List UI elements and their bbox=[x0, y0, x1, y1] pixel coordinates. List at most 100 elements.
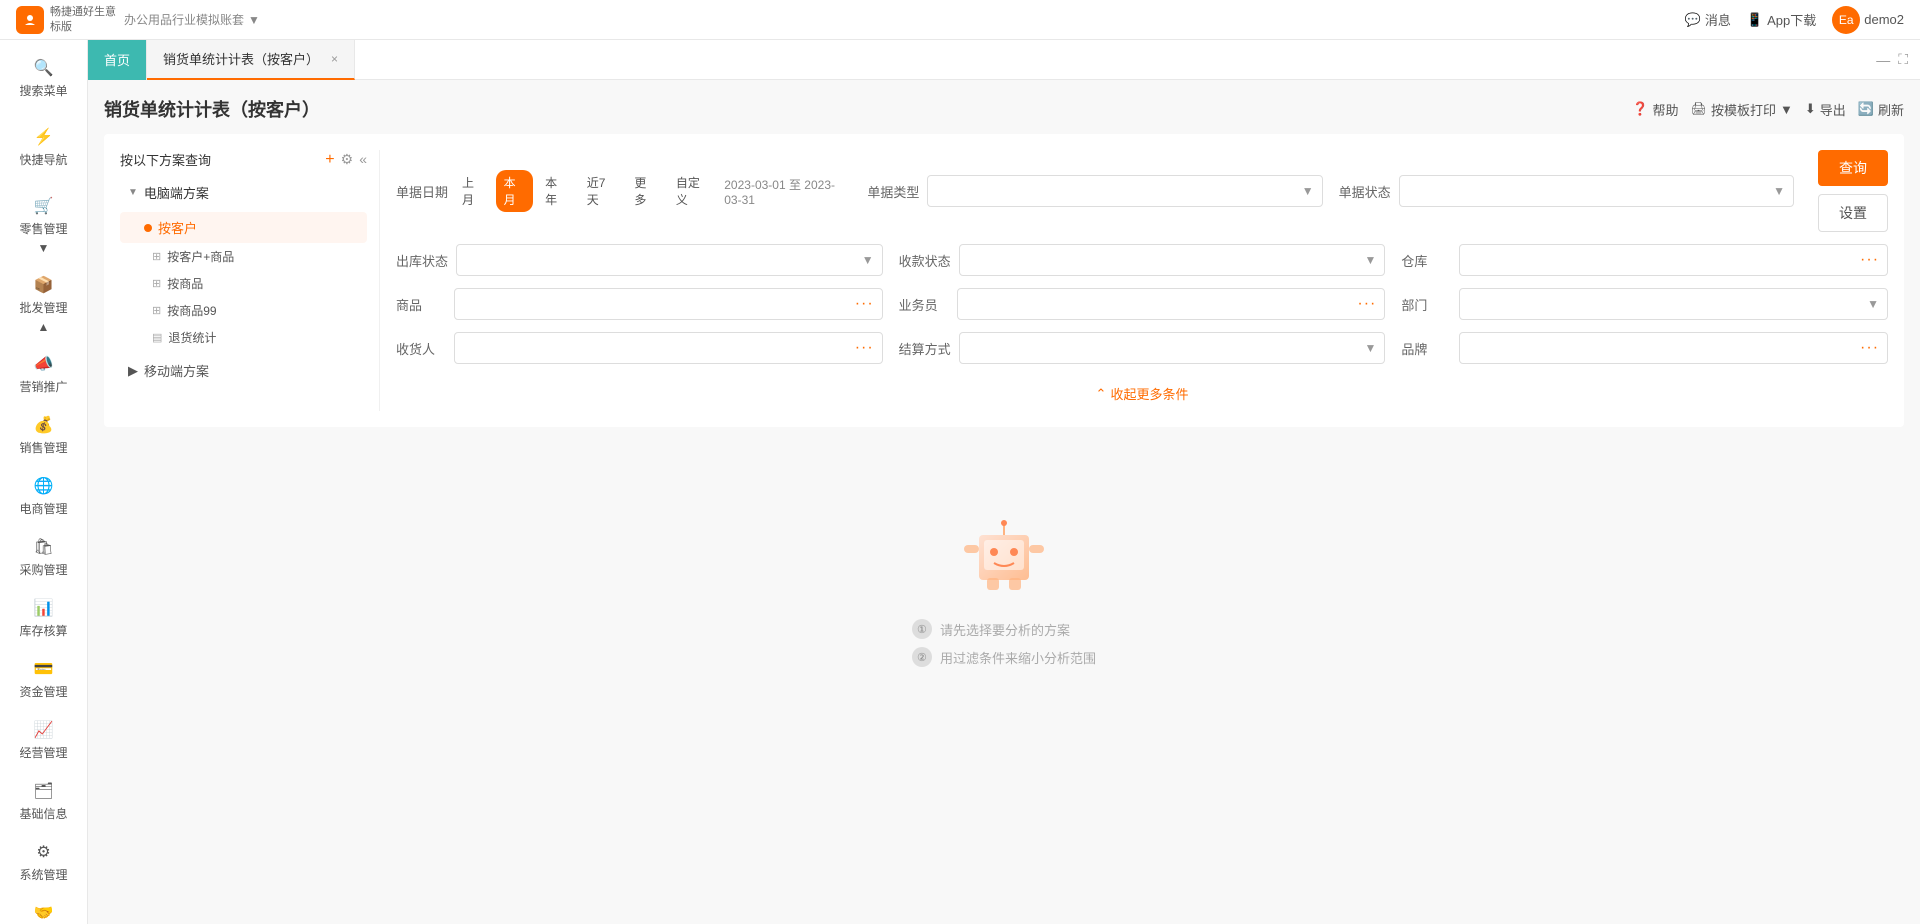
message-icon: 💬 bbox=[1685, 12, 1701, 28]
ordertype-select[interactable]: ▼ bbox=[927, 175, 1322, 207]
tab-maximize-btn[interactable]: ⛶ bbox=[1898, 51, 1908, 68]
template-print-btn[interactable]: 🖨 按模板打印 ▼ bbox=[1690, 100, 1792, 119]
top-bar-right: 💬 消息 📱 App下载 Ea demo2 bbox=[1685, 6, 1904, 34]
bar-icon: ▤ bbox=[152, 331, 162, 344]
goods-label: 商品 bbox=[396, 295, 446, 314]
brand-select[interactable]: ··· bbox=[1459, 332, 1888, 364]
step-num-1: ① bbox=[912, 619, 932, 639]
sidebar-item-inventory[interactable]: 📊 库存核算 bbox=[0, 588, 87, 649]
help-btn[interactable]: ❓ 帮助 bbox=[1632, 100, 1678, 119]
collapse-more-btn[interactable]: ⌃ 收起更多条件 bbox=[396, 376, 1888, 411]
grid-icon-2: ⊞ bbox=[152, 277, 161, 290]
receiptstatus-select[interactable]: ▼ bbox=[959, 244, 1386, 276]
logo-icon bbox=[16, 6, 44, 34]
add-scheme-btn[interactable]: + bbox=[325, 151, 334, 169]
sidebar-item-marketing[interactable]: 📣 营销推广 bbox=[0, 344, 87, 405]
avatar: Ea bbox=[1832, 6, 1860, 34]
date-btn-thismonth[interactable]: 本月 bbox=[496, 170, 534, 212]
filter-row-status: 出库状态 ▼ 收款状态 ▼ bbox=[396, 244, 1888, 276]
date-btn-more[interactable]: 更多 bbox=[626, 170, 664, 212]
refresh-btn[interactable]: 🔄 刷新 bbox=[1858, 100, 1904, 119]
sidebar-item-basic[interactable]: 🗂 基础信息 bbox=[0, 771, 87, 832]
filter-item-receiver: 收货人 ··· bbox=[396, 332, 883, 364]
message-btn[interactable]: 💬 消息 bbox=[1685, 10, 1731, 29]
left-panel-actions: + ⚙ « bbox=[325, 151, 367, 169]
goods-select[interactable]: ··· bbox=[454, 288, 883, 320]
step-num-2: ② bbox=[912, 647, 932, 667]
receiver-select[interactable]: ··· bbox=[454, 332, 883, 364]
retail-icon: 🛒 bbox=[34, 196, 54, 216]
settlement-select[interactable]: ▼ bbox=[959, 332, 1386, 364]
wholesale-arrow: ▲ bbox=[38, 320, 50, 334]
sidebar-item-system[interactable]: ⚙ 系统管理 bbox=[0, 832, 87, 893]
tree-item-customer[interactable]: 按客户 bbox=[120, 212, 367, 243]
date-btn-thisyear[interactable]: 本年 bbox=[537, 170, 575, 212]
sidebar-item-ecommerce[interactable]: 🌐 电商管理 bbox=[0, 466, 87, 527]
query-button[interactable]: 查询 bbox=[1818, 150, 1888, 186]
sidebar-item-retail[interactable]: 🛒 零售管理 ▼ bbox=[0, 186, 87, 265]
receiptstatus-chevron: ▼ bbox=[1364, 253, 1376, 267]
tab-minimize-btn[interactable]: — bbox=[1876, 52, 1890, 68]
dropdown-icon: ▼ bbox=[248, 13, 260, 27]
tree-collapse-icon: ▼ bbox=[128, 187, 138, 198]
filter-item-department: 部门 ▼ bbox=[1401, 288, 1888, 320]
sidebar-item-search[interactable]: 🔍 搜索菜单 bbox=[0, 48, 87, 109]
export-btn[interactable]: ⬇ 导出 bbox=[1805, 100, 1846, 119]
tree-sub-return[interactable]: ▤ 退货统计 bbox=[120, 324, 367, 351]
customer-label: 按客户 bbox=[158, 218, 197, 237]
quicknav-icon: ⚡ bbox=[34, 127, 54, 147]
sidebar-item-purchase[interactable]: 🛍 采购管理 bbox=[0, 527, 87, 588]
logo-area: 畅捷通好生意标版 bbox=[16, 5, 116, 34]
date-btn-custom[interactable]: 自定义 bbox=[668, 170, 716, 212]
filter-item-orderstatus: 单据状态 ▼ bbox=[1339, 175, 1794, 207]
right-filter: 单据日期 上月 本月 本年 近7天 更多 自定义 2023-03-01 至 20… bbox=[396, 150, 1888, 411]
outstatus-select[interactable]: ▼ bbox=[456, 244, 883, 276]
industry-selector[interactable]: 办公用品行业模拟账套 ▼ bbox=[124, 11, 260, 28]
page-actions: ❓ 帮助 🖨 按模板打印 ▼ ⬇ 导出 🔄 bbox=[1632, 100, 1904, 119]
tree-mobile-section[interactable]: ▶ 移动端方案 bbox=[120, 355, 367, 386]
filter-item-warehouse: 仓库 ··· bbox=[1401, 244, 1888, 276]
sidebar-item-operations[interactable]: 📈 经营管理 bbox=[0, 710, 87, 771]
sidebar-item-enterprise[interactable]: 🤝 企业协同 bbox=[0, 893, 87, 924]
tree-sub-goods[interactable]: ⊞ 按商品 bbox=[120, 270, 367, 297]
page-header: 销货单统计计表（按客户） ❓ 帮助 🖨 按模板打印 ▼ ⬇ bbox=[104, 96, 1904, 122]
tab-home[interactable]: 首页 bbox=[88, 40, 147, 80]
app-download-btn[interactable]: 📱 App下载 bbox=[1747, 10, 1816, 29]
salesman-dots[interactable]: ··· bbox=[1357, 295, 1376, 313]
tab-close-btn[interactable]: × bbox=[331, 52, 338, 66]
sidebar-item-finance[interactable]: 💳 资金管理 bbox=[0, 649, 87, 710]
date-btn-7days[interactable]: 近7天 bbox=[579, 170, 623, 212]
print-dropdown-icon: ▼ bbox=[1780, 102, 1793, 117]
mobile-section-label: 移动端方案 bbox=[144, 361, 209, 380]
receiver-dots[interactable]: ··· bbox=[855, 339, 874, 357]
salesman-select[interactable]: ··· bbox=[957, 288, 1386, 320]
grid-icon-3: ⊞ bbox=[152, 304, 161, 317]
department-select[interactable]: ▼ bbox=[1459, 288, 1888, 320]
brand-dots[interactable]: ··· bbox=[1860, 339, 1879, 357]
settings-button[interactable]: 设置 bbox=[1818, 194, 1888, 232]
tree-sub-goods99[interactable]: ⊞ 按商品99 bbox=[120, 297, 367, 324]
tab-sales-stats[interactable]: 销货单统计计表（按客户） × bbox=[147, 40, 355, 80]
date-btn-lastmonth[interactable]: 上月 bbox=[454, 170, 492, 212]
sidebar-item-wholesale[interactable]: 📦 批发管理 ▲ bbox=[0, 265, 87, 344]
marketing-icon: 📣 bbox=[34, 354, 54, 374]
sidebar-item-sales[interactable]: 💰 销售管理 bbox=[0, 405, 87, 466]
goods-dots[interactable]: ··· bbox=[855, 295, 874, 313]
collapse-panel-btn[interactable]: « bbox=[359, 151, 367, 169]
filter-item-salesman: 业务员 ··· bbox=[899, 288, 1386, 320]
page-content: 销货单统计计表（按客户） ❓ 帮助 🖨 按模板打印 ▼ ⬇ bbox=[88, 80, 1920, 924]
warehouse-dots[interactable]: ··· bbox=[1860, 251, 1879, 269]
empty-state: ① 请先选择要分析的方案 ② 用过滤条件来缩小分析范围 bbox=[104, 435, 1904, 727]
print-icon: 🖨 bbox=[1690, 101, 1707, 117]
warehouse-select[interactable]: ··· bbox=[1459, 244, 1888, 276]
filter-panel: 按以下方案查询 + ⚙ « ▼ 电脑端方案 bbox=[104, 134, 1904, 427]
sidebar-item-quicknav[interactable]: ⚡ 快捷导航 bbox=[0, 117, 87, 178]
receiptstatus-label: 收款状态 bbox=[899, 251, 951, 270]
orderstatus-select[interactable]: ▼ bbox=[1399, 175, 1794, 207]
user-menu-btn[interactable]: Ea demo2 bbox=[1832, 6, 1904, 34]
empty-illustration bbox=[954, 495, 1054, 595]
settings-scheme-btn[interactable]: ⚙ bbox=[341, 151, 354, 169]
tree-sub-customer-goods[interactable]: ⊞ 按客户+商品 bbox=[120, 243, 367, 270]
filter-item-receiptstatus: 收款状态 ▼ bbox=[899, 244, 1386, 276]
filter-row-receiver: 收货人 ··· 结算方式 ▼ bbox=[396, 332, 1888, 364]
